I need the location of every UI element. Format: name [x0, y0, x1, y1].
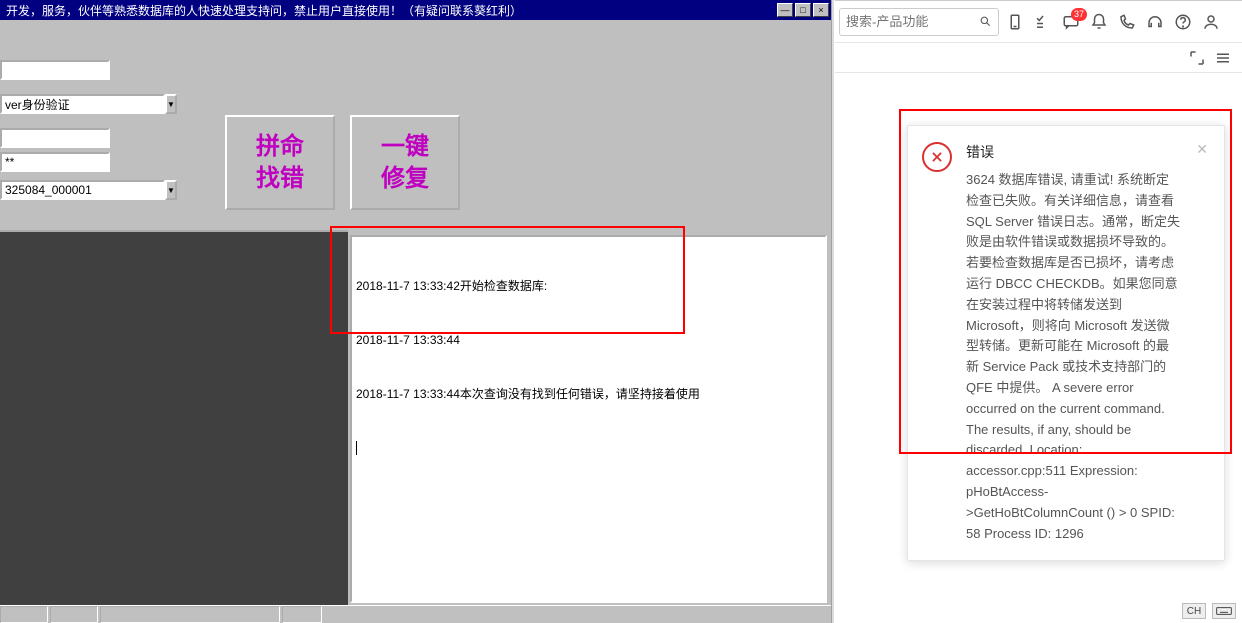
error-toast: 错误 3624 数据库错误, 请重试! 系统断定检查已失败。有关详细信息，请查看… — [907, 125, 1225, 561]
fix-line1: 一键 — [381, 131, 429, 162]
error-x-icon — [922, 142, 952, 172]
search-icon[interactable] — [979, 15, 992, 29]
window-title: 开发，服务，伙伴等熟悉数据库的人快速处理支持问，禁止用户直接使用！（有疑问联系葵… — [6, 2, 777, 19]
phone-icon[interactable] — [1115, 10, 1139, 34]
left-dark-panel — [0, 230, 348, 605]
one-key-fix-button[interactable]: 一键 修复 — [350, 115, 460, 210]
chevron-down-icon[interactable]: ▼ — [165, 180, 177, 200]
minimize-button[interactable]: — — [777, 3, 793, 17]
title-bar: 开发，服务，伙伴等熟悉数据库的人快速处理支持问，禁止用户直接使用！（有疑问联系葵… — [0, 0, 831, 20]
menu-icon[interactable] — [1214, 49, 1232, 67]
status-cell — [0, 606, 48, 623]
find-errors-button[interactable]: 拼命 找错 — [225, 115, 335, 210]
chevron-down-icon[interactable]: ▼ — [165, 94, 177, 114]
log-line: 2018-11-7 13:33:44 — [356, 331, 821, 349]
window-controls: — □ × — [777, 3, 829, 17]
fix-line2: 修复 — [381, 163, 429, 194]
status-bar — [0, 605, 831, 623]
close-button[interactable]: × — [813, 3, 829, 17]
password-field[interactable] — [0, 152, 110, 172]
browser-panel: 37 — [835, 0, 1242, 623]
search-input[interactable] — [846, 14, 979, 30]
status-cell — [100, 606, 280, 623]
user-icon[interactable] — [1199, 10, 1223, 34]
status-cell — [282, 606, 322, 623]
error-content: 错误 3624 数据库错误, 请重试! 系统断定检查已失败。有关详细信息，请查看… — [966, 142, 1180, 544]
error-body: 3624 数据库错误, 请重试! 系统断定检查已失败。有关详细信息，请查看 SQ… — [966, 170, 1180, 544]
log-output[interactable]: 2018-11-7 13:33:42开始检查数据库: 2018-11-7 13:… — [350, 235, 827, 603]
chat-badge: 37 — [1071, 8, 1087, 21]
log-line: 2018-11-7 13:33:42开始检查数据库: — [356, 277, 821, 295]
username-field[interactable] — [0, 128, 110, 148]
error-header: 错误 3624 数据库错误, 请重试! 系统断定检查已失败。有关详细信息，请查看… — [922, 142, 1210, 544]
server-field[interactable] — [0, 60, 110, 80]
headset-icon[interactable] — [1143, 10, 1167, 34]
device-icon[interactable] — [1003, 10, 1027, 34]
checklist-icon[interactable] — [1031, 10, 1055, 34]
top-toolbar: 37 — [835, 1, 1242, 43]
log-line: 2018-11-7 13:33:44本次查询没有找到任何错误，请坚持接着使用 — [356, 385, 821, 403]
expand-icon[interactable] — [1188, 49, 1206, 67]
legacy-app-window: 开发，服务，伙伴等熟悉数据库的人快速处理支持问，禁止用户直接使用！（有疑问联系葵… — [0, 0, 831, 623]
maximize-button[interactable]: □ — [795, 3, 811, 17]
ime-corner-tools: CH — [1182, 603, 1236, 619]
auth-mode-value[interactable] — [0, 94, 165, 114]
text-cursor — [356, 441, 357, 455]
chat-icon[interactable]: 37 — [1059, 10, 1083, 34]
ime-keyboard-icon[interactable] — [1212, 603, 1236, 619]
database-value[interactable] — [0, 180, 165, 200]
find-line1: 拼命 — [256, 131, 304, 162]
error-close-button[interactable]: ✕ — [1194, 142, 1210, 156]
status-cell — [50, 606, 98, 623]
database-combo[interactable]: ▼ — [0, 180, 110, 200]
bell-icon[interactable] — [1087, 10, 1111, 34]
ime-lang-button[interactable]: CH — [1182, 603, 1206, 619]
dialog-body: ▼ ▼ 拼命 找错 一键 修复 2018-11-7 13:33:42开始检查数据… — [0, 20, 831, 623]
auth-mode-combo[interactable]: ▼ — [0, 94, 110, 114]
help-icon[interactable] — [1171, 10, 1195, 34]
search-box[interactable] — [839, 8, 999, 36]
sub-toolbar — [835, 43, 1242, 73]
error-title: 错误 — [966, 142, 1180, 162]
find-line2: 找错 — [256, 163, 304, 194]
